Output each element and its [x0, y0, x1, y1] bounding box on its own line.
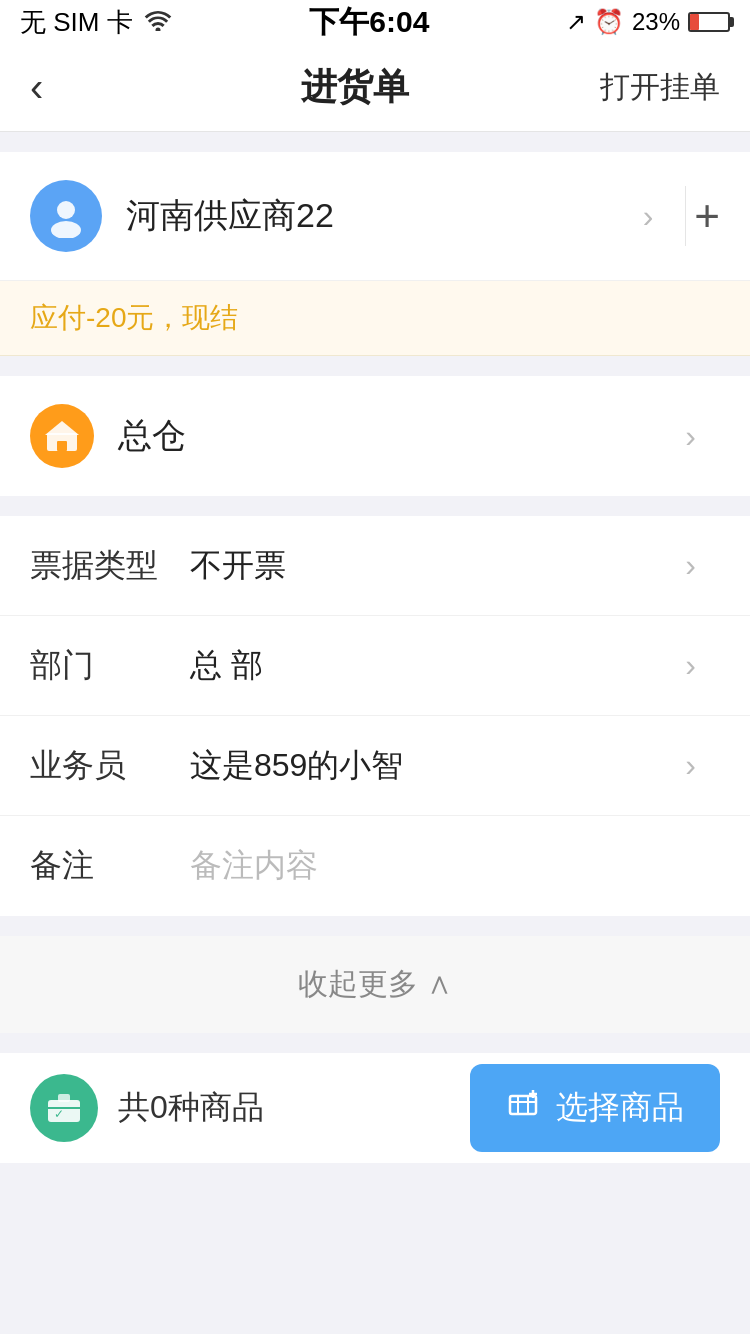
warehouse-icon [30, 404, 94, 468]
svg-rect-5 [48, 1100, 80, 1122]
dept-value: 总 部 [170, 644, 685, 688]
supplier-card: 河南供应商22 › + 应付-20元，现结 [0, 152, 750, 356]
warehouse-row[interactable]: 总仓 › [0, 376, 750, 496]
invoice-value: 不开票 [170, 544, 685, 588]
alarm-icon: ⏰ [594, 8, 624, 36]
invoice-label: 票据类型 [30, 544, 170, 588]
avatar [30, 180, 102, 252]
status-right: ↗ ⏰ 23% [566, 8, 730, 36]
invoice-row[interactable]: 票据类型 不开票 › [0, 516, 750, 616]
product-icon: ✓ [30, 1074, 98, 1142]
chevron-right-icon: › [685, 747, 696, 784]
supplier-name: 河南供应商22 [126, 193, 643, 239]
svg-marker-3 [45, 421, 79, 435]
remark-input[interactable]: 备注内容 [170, 844, 720, 888]
status-left: 无 SIM 卡 [20, 5, 173, 40]
bottom-bar: ✓ 共0种商品 选择商品 [0, 1053, 750, 1163]
back-button[interactable]: ‹ [30, 65, 110, 110]
supplier-row[interactable]: 河南供应商22 › + [0, 152, 750, 281]
wifi-icon [143, 7, 173, 38]
chevron-right-icon: › [685, 547, 696, 584]
dept-row[interactable]: 部门 总 部 › [0, 616, 750, 716]
svg-rect-6 [58, 1094, 70, 1102]
chevron-right-icon: › [685, 418, 696, 455]
notice-bar: 应付-20元，现结 [0, 281, 750, 356]
svg-point-0 [57, 201, 75, 219]
remark-label: 备注 [30, 844, 170, 888]
svg-rect-9 [510, 1096, 536, 1114]
page-title: 进货单 [301, 63, 409, 112]
select-product-label: 选择商品 [556, 1086, 684, 1130]
nav-bar: ‹ 进货单 打开挂单 [0, 44, 750, 132]
warehouse-name: 总仓 [118, 413, 685, 459]
svg-text:✓: ✓ [54, 1107, 64, 1121]
status-bar: 无 SIM 卡 下午6:04 ↗ ⏰ 23% [0, 0, 750, 44]
form-card: 票据类型 不开票 › 部门 总 部 › 业务员 这是859的小智 › 备注 备注… [0, 516, 750, 916]
select-product-button[interactable]: 选择商品 [470, 1064, 720, 1152]
battery-pct: 23% [632, 8, 680, 36]
salesperson-label: 业务员 [30, 744, 170, 788]
carrier-text: 无 SIM 卡 [20, 5, 133, 40]
svg-point-1 [51, 221, 81, 238]
dept-label: 部门 [30, 644, 170, 688]
divider [685, 186, 686, 246]
product-count-text: 共0种商品 [118, 1086, 470, 1130]
open-pending-button[interactable]: 打开挂单 [600, 67, 720, 108]
collapse-button[interactable]: 收起更多 ∧ [0, 936, 750, 1033]
chevron-right-icon: › [643, 198, 654, 235]
svg-rect-4 [57, 441, 67, 451]
content-area: 河南供应商22 › + 应付-20元，现结 总仓 › 票据类型 不开票 › [0, 152, 750, 1203]
remark-row[interactable]: 备注 备注内容 [0, 816, 750, 916]
salesperson-row[interactable]: 业务员 这是859的小智 › [0, 716, 750, 816]
battery-icon [688, 12, 730, 32]
location-icon: ↗ [566, 8, 586, 36]
salesperson-value: 这是859的小智 [170, 744, 685, 788]
warehouse-card: 总仓 › [0, 376, 750, 496]
chevron-right-icon: › [685, 647, 696, 684]
status-time: 下午6:04 [309, 2, 429, 43]
cart-icon [506, 1086, 542, 1130]
add-supplier-button[interactable]: + [694, 191, 720, 241]
